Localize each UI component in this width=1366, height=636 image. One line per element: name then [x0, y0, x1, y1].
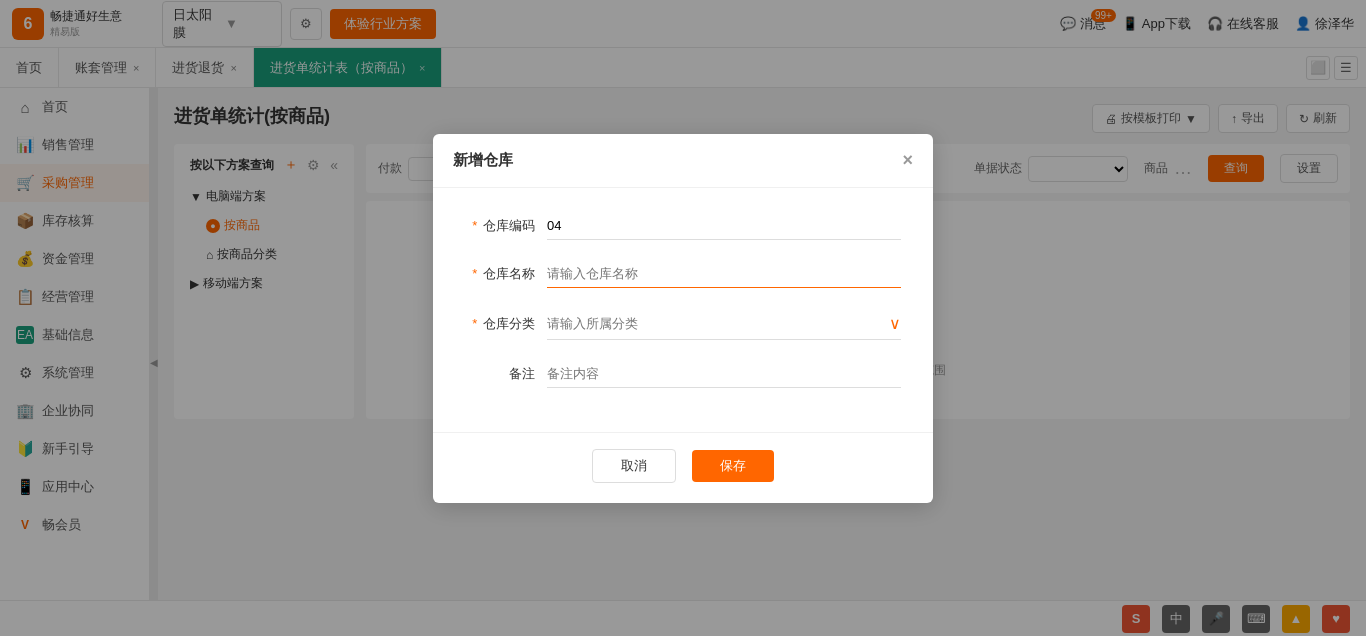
warehouse-category-select-row: ∨: [547, 308, 901, 340]
dialog-title: 新增仓库: [453, 151, 513, 170]
warehouse-name-label: * 仓库名称: [465, 265, 535, 283]
dialog-header: 新增仓库 ×: [433, 134, 933, 188]
warehouse-remark-row: 备注: [465, 360, 901, 388]
dialog-body: * 仓库编码 * 仓库名称 * 仓库分类: [433, 188, 933, 432]
warehouse-category-input[interactable]: [547, 316, 889, 331]
warehouse-category-row: * 仓库分类 ∨: [465, 308, 901, 340]
warehouse-remark-label: 备注: [465, 365, 535, 383]
add-warehouse-dialog: 新增仓库 × * 仓库编码 * 仓库名称: [433, 134, 933, 503]
dialog-footer: 取消 保存: [433, 432, 933, 503]
cancel-button[interactable]: 取消: [592, 449, 676, 483]
warehouse-remark-input[interactable]: [547, 360, 901, 388]
warehouse-category-label: * 仓库分类: [465, 315, 535, 333]
modal-overlay: 新增仓库 × * 仓库编码 * 仓库名称: [0, 0, 1366, 636]
warehouse-code-row: * 仓库编码: [465, 212, 901, 240]
warehouse-name-input[interactable]: [547, 260, 901, 288]
warehouse-code-input[interactable]: [547, 212, 901, 240]
warehouse-name-row: * 仓库名称: [465, 260, 901, 288]
warehouse-code-label: * 仓库编码: [465, 217, 535, 235]
save-button[interactable]: 保存: [692, 450, 774, 482]
dialog-close-button[interactable]: ×: [902, 150, 913, 171]
category-dropdown-arrow[interactable]: ∨: [889, 314, 901, 333]
